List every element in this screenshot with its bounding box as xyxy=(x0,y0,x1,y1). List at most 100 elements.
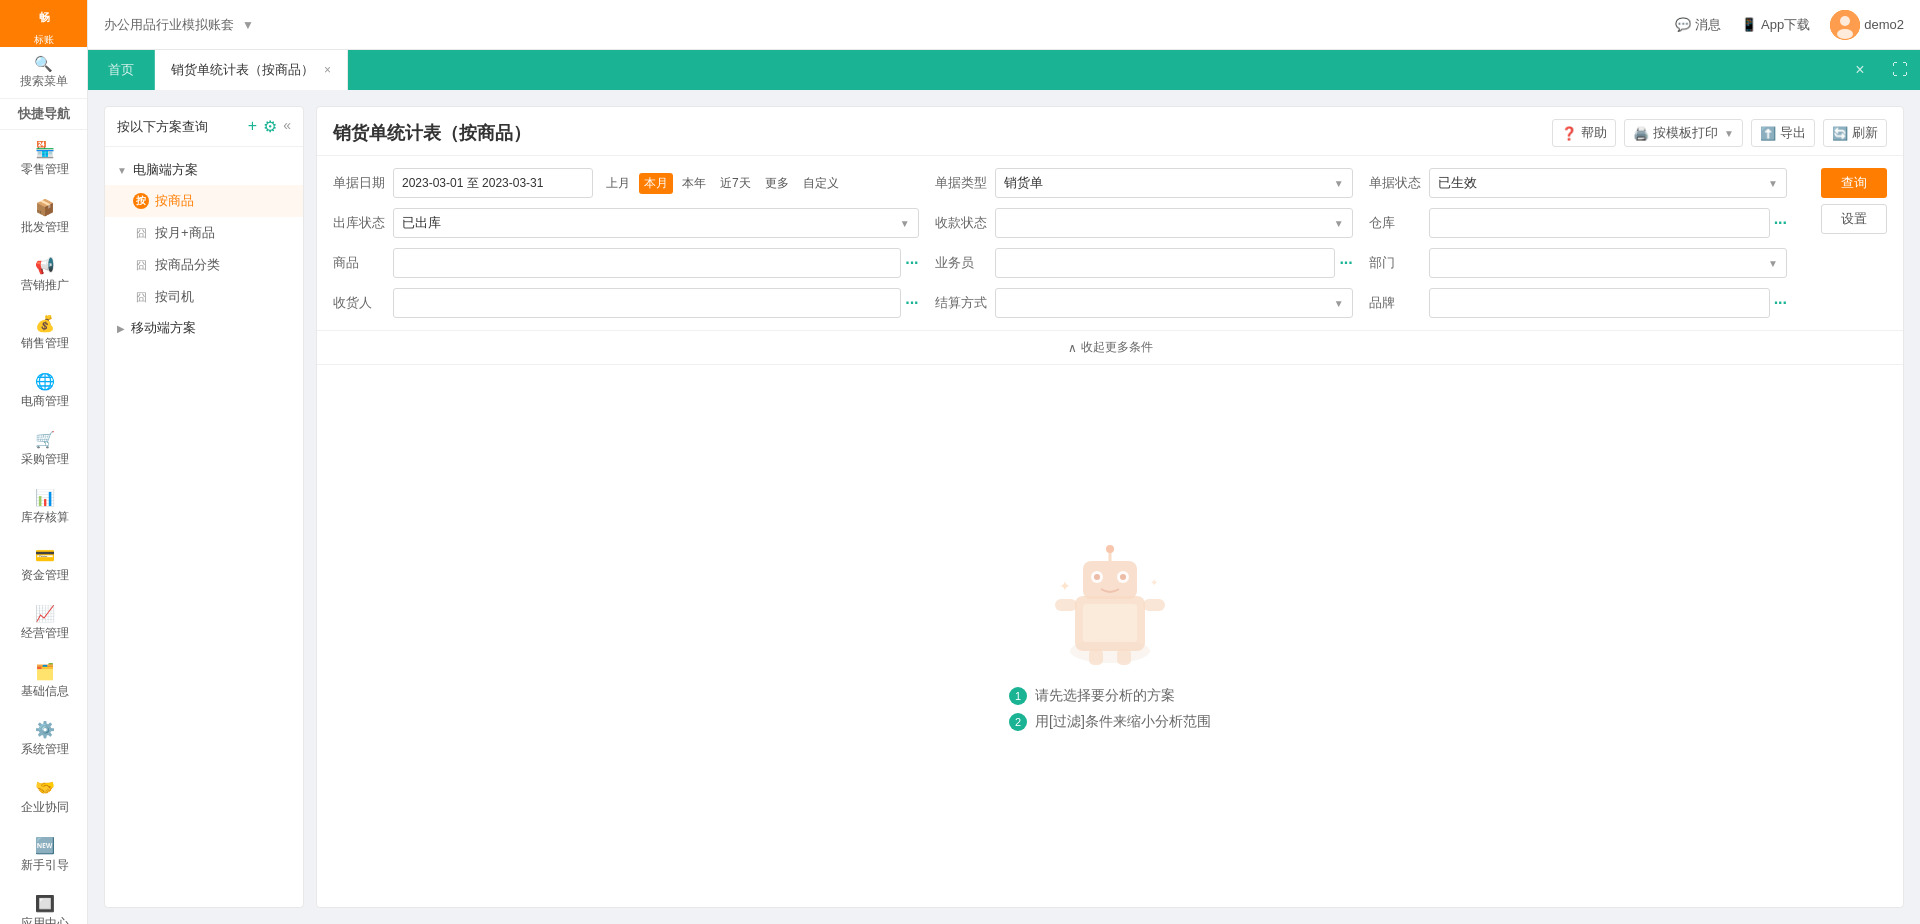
receiver-ellipsis-icon[interactable]: ··· xyxy=(905,294,918,312)
shortcut-custom[interactable]: 自定义 xyxy=(798,173,844,194)
print-btn[interactable]: 🖨️ 按模板打印 ▼ xyxy=(1624,119,1743,147)
shortcut-more[interactable]: 更多 xyxy=(760,173,794,194)
tab-sales-report[interactable]: 销货单统计表（按商品） × xyxy=(155,50,348,90)
tab-close-icon[interactable]: × xyxy=(324,63,331,77)
settings-scheme-btn[interactable]: ⚙ xyxy=(263,117,277,136)
payment-status-select[interactable]: ▼ xyxy=(995,208,1353,238)
quick-nav-item[interactable]: 快捷导航 xyxy=(0,99,87,130)
refresh-icon: 🔄 xyxy=(1832,126,1848,141)
sidebar-item-purchase[interactable]: 🛒 采购管理 xyxy=(0,420,87,478)
shortcut-7days[interactable]: 近7天 xyxy=(715,173,756,194)
query-header-actions: ❓ 帮助 🖨️ 按模板打印 ▼ ⬆️ 导出 🔄 刷新 xyxy=(1552,119,1887,147)
tab-maximize-btn[interactable]: ⛶ xyxy=(1880,50,1920,90)
export-btn[interactable]: ⬆️ 导出 xyxy=(1751,119,1815,147)
settings-button[interactable]: 设置 xyxy=(1821,204,1887,234)
brand-input[interactable] xyxy=(1429,288,1770,318)
shortcut-this-month[interactable]: 本月 xyxy=(639,173,673,194)
doc-status-label: 单据状态 xyxy=(1369,174,1429,192)
filter-panel-title: 按以下方案查询 xyxy=(117,118,208,136)
filter-panel-body: ▼ 电脑端方案 按 按商品 囧 按月+商品 囧 按商品分类 xyxy=(105,147,303,351)
user-profile-btn[interactable]: demo2 xyxy=(1830,10,1904,40)
sidebar-item-newbie[interactable]: 🆕 新手引导 xyxy=(0,826,87,884)
date-field: 单据日期 2023-03-01 至 2023-03-31 上月 本月 本年 近7… xyxy=(333,168,919,198)
brand-field: 品牌 ··· xyxy=(1369,288,1787,318)
collapse-scheme-panel-btn[interactable]: « xyxy=(283,117,291,136)
sidebar-item-basic[interactable]: 🗂️ 基础信息 xyxy=(0,652,87,710)
company-title: 办公用品行业模拟账套 xyxy=(104,16,234,34)
stock-status-field: 出库状态 已出库 ▼ xyxy=(333,208,919,238)
collapse-conditions-btn[interactable]: ∧ 收起更多条件 xyxy=(1068,339,1153,356)
tab-home[interactable]: 首页 xyxy=(88,50,155,90)
pc-scheme-group-header[interactable]: ▼ 电脑端方案 xyxy=(105,155,303,185)
sidebar-item-retail[interactable]: 🏪 零售管理 xyxy=(0,130,87,188)
query-area: 销货单统计表（按商品） ❓ 帮助 🖨️ 按模板打印 ▼ ⬆️ 导出 xyxy=(316,106,1904,908)
sidebar-item-finance[interactable]: 💳 资金管理 xyxy=(0,536,87,594)
payment-status-field: 收款状态 ▼ xyxy=(935,208,1353,238)
department-select[interactable]: ▼ xyxy=(1429,248,1787,278)
sidebar-item-inventory[interactable]: 📊 库存核算 xyxy=(0,478,87,536)
tab-close-window-btn[interactable]: × xyxy=(1840,50,1880,90)
user-name: demo2 xyxy=(1864,17,1904,32)
empty-hint-1: 1 请先选择要分析的方案 xyxy=(1009,687,1211,705)
scheme-item-by-category[interactable]: 囧 按商品分类 xyxy=(105,249,303,281)
sidebar-item-system[interactable]: ⚙️ 系统管理 xyxy=(0,710,87,768)
sidebar-item-wholesale[interactable]: 📦 批发管理 xyxy=(0,188,87,246)
query-button[interactable]: 查询 xyxy=(1821,168,1887,198)
sidebar-item-marketing[interactable]: 📢 营销推广 xyxy=(0,246,87,304)
form-actions: 查询 设置 xyxy=(1821,168,1887,234)
salesman-ellipsis-icon[interactable]: ··· xyxy=(1339,254,1352,272)
shortcut-this-year[interactable]: 本年 xyxy=(677,173,711,194)
stock-status-arrow-icon: ▼ xyxy=(900,218,910,229)
svg-rect-8 xyxy=(1083,561,1137,599)
add-scheme-btn[interactable]: + xyxy=(248,117,257,136)
department-label: 部门 xyxy=(1369,254,1429,272)
app-download-label: App下载 xyxy=(1761,16,1810,34)
topbar: 办公用品行业模拟账套 ▼ 💬 消息 📱 App下载 demo2 xyxy=(88,0,1920,50)
receiver-input[interactable] xyxy=(393,288,901,318)
brand-ellipsis-icon[interactable]: ··· xyxy=(1774,294,1787,312)
stock-status-select[interactable]: 已出库 ▼ xyxy=(393,208,919,238)
message-btn[interactable]: 💬 消息 xyxy=(1675,16,1721,34)
product-control: ··· xyxy=(393,248,919,278)
doc-status-select[interactable]: 已生效 ▼ xyxy=(1429,168,1787,198)
app-logo[interactable]: 畅 标账 xyxy=(0,0,87,47)
refresh-btn[interactable]: 🔄 刷新 xyxy=(1823,119,1887,147)
shortcut-last-month[interactable]: 上月 xyxy=(601,173,635,194)
pc-group-label: 电脑端方案 xyxy=(133,161,198,179)
hint-2-text: 用[过滤]条件来缩小分析范围 xyxy=(1035,713,1211,731)
scheme-item-by-driver[interactable]: 囧 按司机 xyxy=(105,281,303,313)
doc-type-value: 销货单 xyxy=(1004,174,1043,192)
receiver-field: 收货人 ··· xyxy=(333,288,919,318)
print-dropdown-arrow[interactable]: ▼ xyxy=(1724,128,1734,139)
doc-status-arrow-icon: ▼ xyxy=(1768,178,1778,189)
warehouse-input[interactable] xyxy=(1429,208,1770,238)
receiver-label: 收货人 xyxy=(333,294,393,312)
scheme-sub-icon-1: 囧 xyxy=(133,225,149,241)
mobile-scheme-group-header[interactable]: ▶ 移动端方案 xyxy=(105,313,303,343)
search-menu-item[interactable]: 🔍 搜索菜单 xyxy=(0,47,87,99)
scheme-item-by-product[interactable]: 按 按商品 xyxy=(105,185,303,217)
sidebar-item-operation[interactable]: 📈 经营管理 xyxy=(0,594,87,652)
app-download-btn[interactable]: 📱 App下载 xyxy=(1741,16,1810,34)
scheme-sub-icon-2: 囧 xyxy=(133,257,149,273)
brand-control: ··· xyxy=(1429,288,1787,318)
sidebar-item-ecom[interactable]: 🌐 电商管理 xyxy=(0,362,87,420)
product-ellipsis-icon[interactable]: ··· xyxy=(905,254,918,272)
warehouse-field: 仓库 ··· xyxy=(1369,208,1787,238)
company-dropdown-arrow[interactable]: ▼ xyxy=(242,18,254,32)
scheme-active-icon: 按 xyxy=(133,193,149,209)
help-btn[interactable]: ❓ 帮助 xyxy=(1552,119,1616,147)
doc-status-value: 已生效 xyxy=(1438,174,1477,192)
sidebar-item-appcenter[interactable]: 🔲 应用中心 xyxy=(0,884,87,924)
warehouse-ellipsis-icon[interactable]: ··· xyxy=(1774,214,1787,232)
settlement-select[interactable]: ▼ xyxy=(995,288,1353,318)
hint-bullet-1: 1 xyxy=(1009,687,1027,705)
salesman-input[interactable] xyxy=(995,248,1336,278)
sidebar-item-enterprise[interactable]: 🤝 企业协同 xyxy=(0,768,87,826)
date-range-input[interactable]: 2023-03-01 至 2023-03-31 xyxy=(393,168,593,198)
scheme-by-product-label: 按商品 xyxy=(155,192,194,210)
product-input[interactable] xyxy=(393,248,901,278)
scheme-item-by-month-product[interactable]: 囧 按月+商品 xyxy=(105,217,303,249)
sidebar-item-sales[interactable]: 💰 销售管理 xyxy=(0,304,87,362)
doc-type-select[interactable]: 销货单 ▼ xyxy=(995,168,1353,198)
